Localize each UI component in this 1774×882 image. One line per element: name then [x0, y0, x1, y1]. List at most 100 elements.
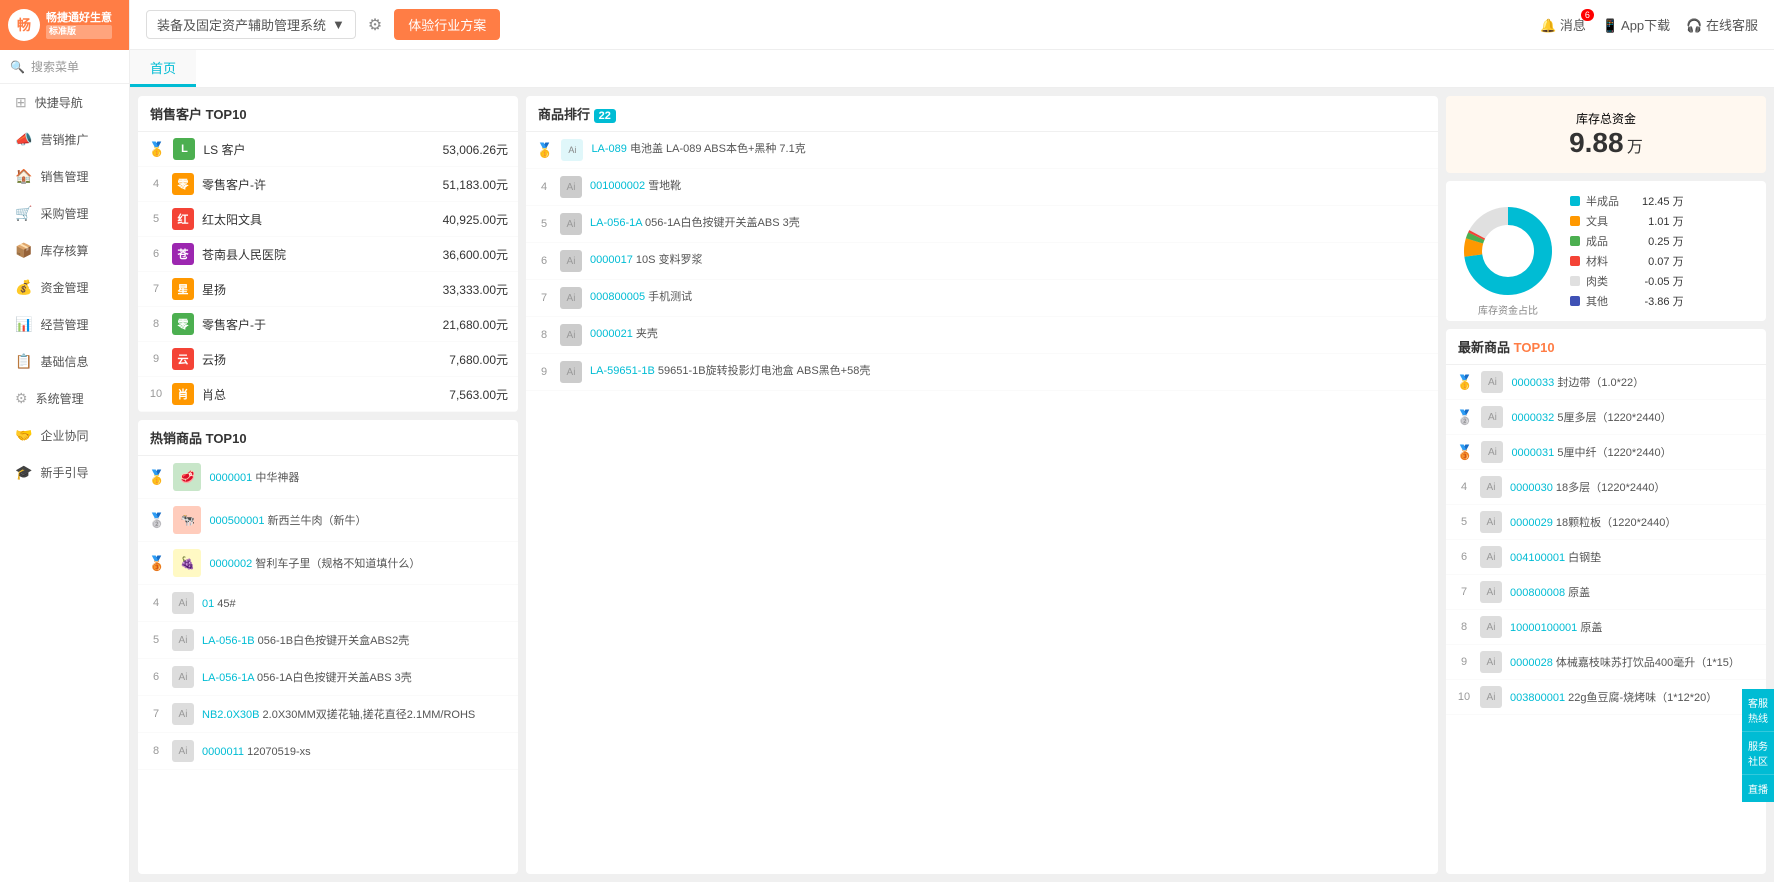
avatar: Ai — [1480, 476, 1502, 498]
search-menu[interactable]: 🔍 搜索菜单 — [0, 50, 129, 84]
inventory-label: 库存总资金 — [1576, 112, 1636, 126]
nav-tabs: 首页 — [130, 50, 1774, 88]
avatar: Ai — [560, 361, 582, 383]
legend-item: 文具 1.01 万 — [1570, 213, 1684, 229]
sidebar-item-management[interactable]: 📊 经营管理 — [0, 306, 129, 343]
online-service-link[interactable]: 🎧 在线客服 — [1686, 15, 1758, 34]
chevron-down-icon: ▼ — [332, 17, 345, 32]
right-column: 库存总资金 9.88 万 — [1446, 96, 1766, 874]
avatar: Ai — [1480, 546, 1502, 568]
sidebar-item-system[interactable]: ⚙ 系统管理 — [0, 380, 129, 417]
home-icon: ⊞ — [15, 94, 27, 111]
legend-item: 肉类 -0.05 万 — [1570, 273, 1684, 289]
legend-dot-meat — [1570, 276, 1580, 286]
list-item: 9 Ai KK-SD22110H 花语萌恒温分罐桶盖（厚款） — [138, 770, 518, 776]
avatar: 零 — [172, 173, 194, 195]
legend-dot-finished — [1570, 236, 1580, 246]
sidebar: 畅 畅捷通好生意 标准版 🔍 搜索菜单 ⊞ 快捷导航 📣 营销推广 🏠 销售管理… — [0, 0, 130, 882]
sidebar-item-sales[interactable]: 🏠 销售管理 — [0, 158, 129, 195]
list-item: 🥈 Ai 0000032 5厘多层（1220*2440） — [1446, 400, 1766, 435]
product-ranking-list: 🥇 Ai LA-089 电池盖 LA-089 ABS本色+黑种 7.1克 4 A… — [526, 132, 1438, 391]
system-selector[interactable]: 装备及固定资产辅助管理系统 ▼ — [146, 10, 356, 39]
headset-icon: 🎧 — [1686, 18, 1702, 33]
sidebar-item-enterprise[interactable]: 🤝 企业协同 — [0, 417, 129, 454]
sidebar-item-quick-nav[interactable]: ⊞ 快捷导航 — [0, 84, 129, 121]
sidebar-item-finance[interactable]: 💰 资金管理 — [0, 269, 129, 306]
sidebar-item-basic-info[interactable]: 📋 基础信息 — [0, 343, 129, 380]
bronze-medal-icon: 🥉 — [1456, 444, 1473, 461]
avatar: Ai — [561, 139, 583, 161]
list-item: 8 Ai 10000100001 原盖 — [1446, 610, 1766, 645]
avatar: Ai — [172, 740, 194, 762]
purchase-icon: 🛒 — [15, 205, 32, 222]
gold-medal-icon: 🥇 — [148, 141, 165, 158]
avatar: 红 — [172, 208, 194, 230]
list-item: 🥉 Ai 0000031 5厘中纤（1220*2440） — [1446, 435, 1766, 470]
product-thumbnail: 🥩 — [173, 463, 201, 491]
float-buttons: 客服热线 服务社区 直播 — [1742, 689, 1774, 802]
app-logo: 畅 畅捷通好生意 标准版 — [0, 0, 129, 50]
silver-medal-icon: 🥈 — [1456, 409, 1473, 426]
logo-text: 畅捷通好生意 标准版 — [46, 11, 112, 39]
customer-list: 🥇 L LS 客户 53,006.26元 4 零 零售客户-许 51,183.0… — [138, 132, 518, 412]
avatar: L — [173, 138, 195, 160]
sidebar-item-newbie[interactable]: 🎓 新手引导 — [0, 454, 129, 491]
legend-dot-other — [1570, 296, 1580, 306]
sidebar-item-inventory[interactable]: 📦 库存核算 — [0, 232, 129, 269]
app-download-link[interactable]: 📱 App下载 — [1602, 15, 1670, 34]
customer-item: 9 云 云扬 7,680.00元 — [138, 342, 518, 377]
inventory-amount: 9.88 万 — [1462, 127, 1750, 159]
list-item: 7 Ai 000800005 手机测试 — [526, 280, 1438, 317]
customer-service-btn[interactable]: 客服热线 — [1742, 689, 1774, 732]
list-item: 8 Ai 0000011 12070519-xs — [138, 733, 518, 770]
new-products-header: 最新商品 TOP10 — [1446, 329, 1766, 365]
avatar: Ai — [1480, 651, 1502, 673]
customer-item: 8 零 零售客户-于 21,680.00元 — [138, 307, 518, 342]
avatar: 肖 — [172, 383, 194, 405]
avatar: Ai — [172, 592, 194, 614]
avatar: Ai — [1480, 686, 1502, 708]
avatar: Ai — [560, 250, 582, 272]
experience-btn[interactable]: 体验行业方案 — [394, 9, 500, 40]
avatar: Ai — [560, 176, 582, 198]
gold-medal-icon: 🥇 — [536, 142, 553, 159]
product-ranking-header: 商品排行 22 — [526, 96, 1438, 132]
avatar: Ai — [1480, 511, 1502, 533]
hot-products-card: 热销商品 TOP10 🥇 🥩 0000001 中华神器 🥈 🐄 — [138, 420, 518, 874]
system-icon: ⚙ — [15, 390, 28, 407]
donut-chart: 库存资金占比 — [1458, 201, 1558, 301]
service-community-btn[interactable]: 服务社区 — [1742, 732, 1774, 775]
live-stream-btn[interactable]: 直播 — [1742, 775, 1774, 802]
customer-item: 5 红 红太阳文具 40,925.00元 — [138, 202, 518, 237]
legend-dot-semifinished — [1570, 196, 1580, 206]
notification-bell[interactable]: 🔔 6 消息 — [1540, 15, 1586, 34]
logo-icon: 畅 — [8, 9, 40, 41]
avatar: Ai — [172, 629, 194, 651]
product-thumbnail: 🐄 — [173, 506, 201, 534]
sidebar-item-marketing[interactable]: 📣 营销推广 — [0, 121, 129, 158]
list-item: 4 Ai 01 45# — [138, 585, 518, 622]
sidebar-item-purchase[interactable]: 🛒 采购管理 — [0, 195, 129, 232]
list-item: 6 Ai 004100001 白钢垫 — [1446, 540, 1766, 575]
list-item: 5 Ai LA-056-1A 056-1A白色按键开关盖ABS 3壳 — [526, 206, 1438, 243]
customer-card-header: 销售客户 TOP10 — [138, 96, 518, 132]
settings-icon[interactable]: ⚙ — [368, 15, 382, 35]
customer-item: 7 星 星扬 33,333.00元 — [138, 272, 518, 307]
gold-medal-icon: 🥇 — [1456, 374, 1473, 391]
list-item: 7 Ai 000800008 原盖 — [1446, 575, 1766, 610]
management-icon: 📊 — [15, 316, 32, 333]
avatar: Ai — [1481, 371, 1503, 393]
inventory-chart-card: 库存资金占比 半成品 12.45 万 文具 1.01 万 — [1446, 181, 1766, 321]
product-thumbnail: 🍇 — [173, 549, 201, 577]
inventory-icon: 📦 — [15, 242, 32, 259]
hot-products-header: 热销商品 TOP10 — [138, 420, 518, 456]
newbie-icon: 🎓 — [15, 464, 32, 481]
avatar: 云 — [172, 348, 194, 370]
main-area: 装备及固定资产辅助管理系统 ▼ ⚙ 体验行业方案 🔔 6 消息 📱 App下载 … — [130, 0, 1774, 882]
list-item: 🥇 Ai LA-089 电池盖 LA-089 ABS本色+黑种 7.1克 — [526, 132, 1438, 169]
tab-home[interactable]: 首页 — [130, 50, 196, 87]
legend-dot-stationery — [1570, 216, 1580, 226]
phone-icon: 📱 — [1602, 18, 1618, 33]
list-item: 10 Ai 003800001 22g鱼豆腐-烧烤味（1*12*20） — [1446, 680, 1766, 715]
chart-legend: 半成品 12.45 万 文具 1.01 万 成品 0.25 万 — [1570, 193, 1684, 309]
